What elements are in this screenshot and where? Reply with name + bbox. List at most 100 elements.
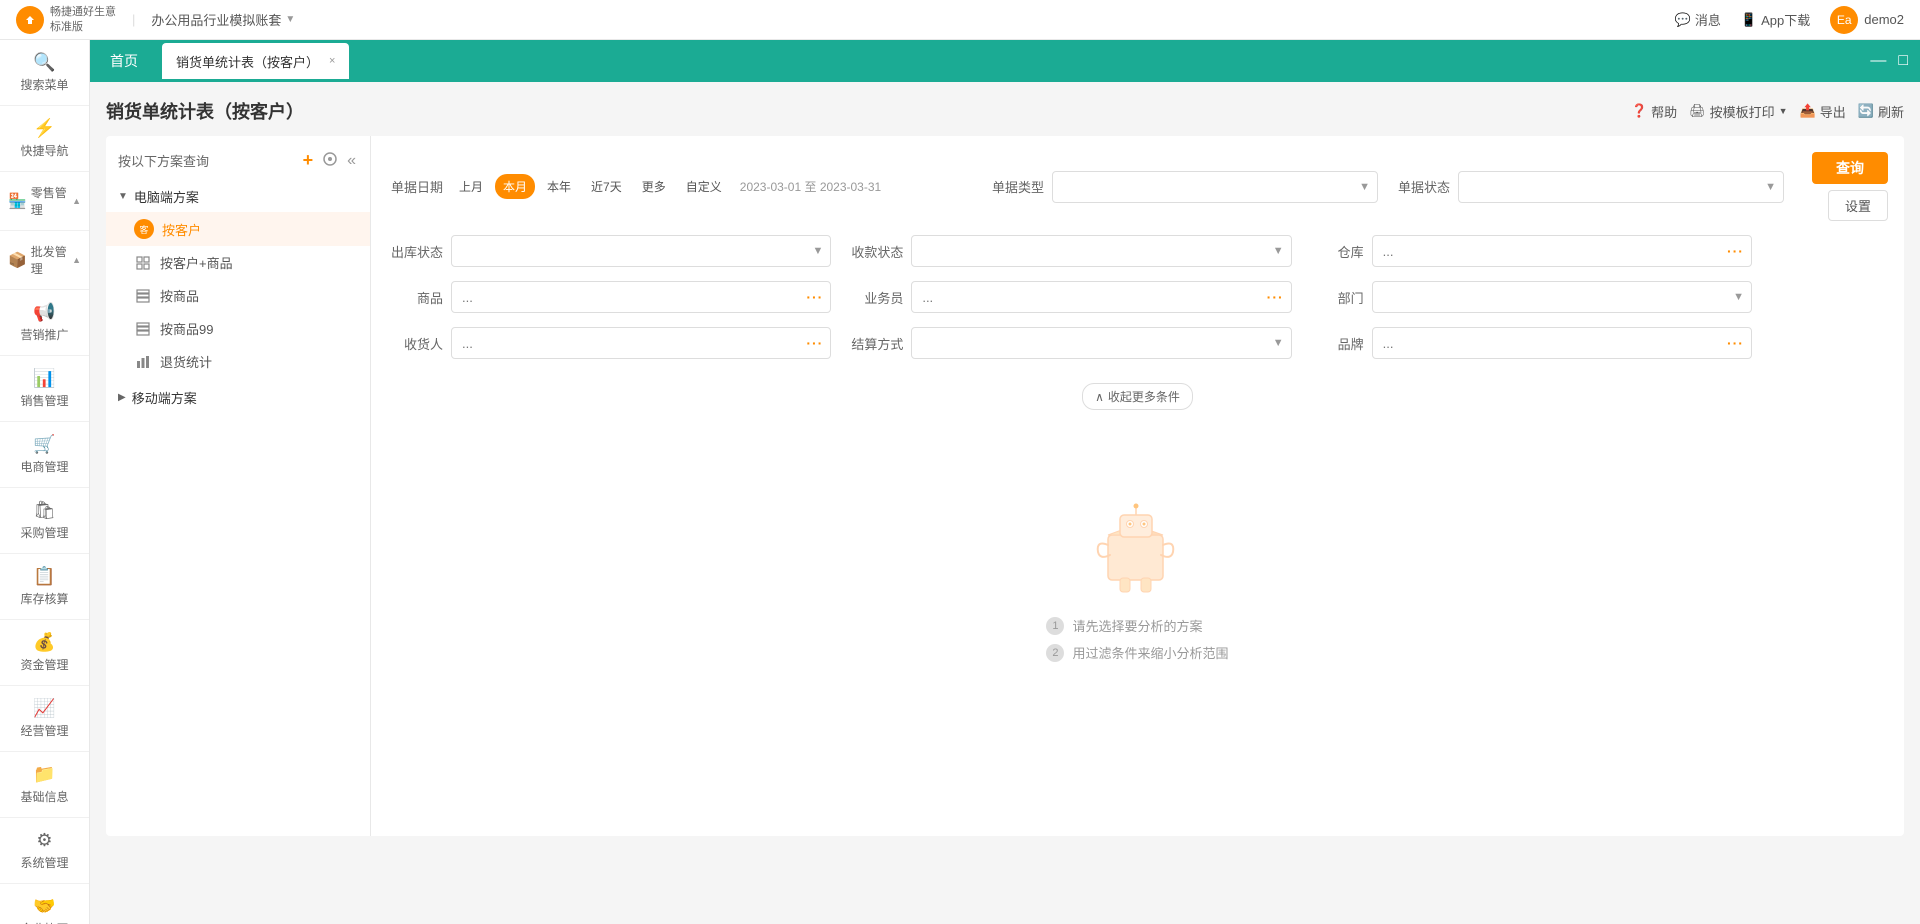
scheme-group-desktop: ▼ 电脑端方案 客 按客户 (106, 181, 370, 378)
query-button[interactable]: 查询 (1812, 152, 1888, 184)
date-tab-last-7[interactable]: 近7天 (583, 174, 630, 199)
empty-tips: 1 请先选择要分析的方案 2 用过滤条件来缩小分析范围 (1046, 616, 1228, 662)
date-tab-this-month[interactable]: 本月 (495, 174, 535, 199)
sidebar-item-finance[interactable]: 💰 资金管理 (0, 620, 89, 686)
scheme-group-mobile-header[interactable]: ▶ 移动端方案 (106, 382, 370, 413)
warehouse-input[interactable] (1372, 235, 1752, 267)
scheme-title: 按以下方案查询 (118, 151, 209, 170)
collapse-bar: ∧ 收起更多条件 (387, 373, 1888, 420)
scheme-group-desktop-header[interactable]: ▼ 电脑端方案 (106, 181, 370, 212)
app-download-button[interactable]: 📱 App下载 (1741, 10, 1810, 29)
operation-icon: 📈 (33, 698, 55, 719)
brand-label: 品牌 (1308, 334, 1364, 353)
page-title: 销货单统计表（按客户） (106, 98, 304, 124)
scheme-item-by-customer-goods[interactable]: 按客户+商品 (106, 246, 370, 279)
scheme-collapse-button[interactable]: « (345, 150, 358, 172)
scheme-item-by-goods[interactable]: 按商品 (106, 279, 370, 312)
scheme-grid-icon (134, 254, 152, 272)
sidebar-item-sales[interactable]: 📊 销售管理 (0, 356, 89, 422)
tip-num-2: 2 (1046, 644, 1064, 662)
sidebar-item-label: 资金管理 (20, 656, 68, 673)
template-print-button[interactable]: 🖨 按模板打印 ▼ (1689, 102, 1787, 121)
salesperson-control: ··· (911, 281, 1291, 313)
collapse-more-button[interactable]: ∧ 收起更多条件 (1082, 383, 1193, 410)
help-button[interactable]: ❓ 帮助 (1631, 102, 1677, 121)
sidebar-item-search-menu[interactable]: 🔍 搜索菜单 (0, 40, 89, 106)
tab-home[interactable]: 首页 (90, 40, 158, 82)
sidebar-item-retail[interactable]: 🏪 零售管理 ▲ (0, 172, 89, 231)
tab-bar-actions: — □ (1866, 48, 1920, 74)
department-label: 部门 (1308, 288, 1364, 307)
empty-state: 1 请先选择要分析的方案 2 用过滤条件来缩小分析范围 (387, 420, 1888, 722)
sidebar-item-label: 企业协同 (20, 920, 68, 924)
tab-maximize-button[interactable]: □ (1894, 48, 1912, 74)
basic-info-icon: 📁 (33, 764, 55, 785)
out-status-select[interactable] (451, 235, 831, 267)
scheme-group-label: 移动端方案 (132, 388, 197, 407)
sidebar-item-system[interactable]: ⚙ 系统管理 (0, 818, 89, 884)
settlement-filter-group: 结算方式 ▼ (847, 327, 1291, 359)
export-button[interactable]: 📤 导出 (1800, 102, 1846, 121)
empty-tip-text-2: 用过滤条件来缩小分析范围 (1072, 643, 1228, 662)
settlement-select[interactable] (911, 327, 1291, 359)
consignee-label: 收货人 (387, 334, 443, 353)
scheme-item-label: 按商品99 (160, 319, 213, 338)
date-tab-more[interactable]: 更多 (634, 174, 674, 199)
retail-icon: 🏪 (8, 192, 27, 210)
goods-filter-group: 商品 ··· (387, 281, 831, 313)
salesperson-input[interactable] (911, 281, 1291, 313)
date-tab-this-year[interactable]: 本年 (539, 174, 579, 199)
industry-selector[interactable]: 办公用品行业模拟账套 ▼ (151, 10, 295, 29)
scheme-edit-button[interactable] (321, 150, 339, 171)
refresh-button[interactable]: 🔄 刷新 (1858, 102, 1904, 121)
consignee-input[interactable] (451, 327, 831, 359)
expand-triangle-icon: ▶ (118, 392, 126, 403)
avatar: Ea (1830, 6, 1858, 34)
scheme-actions: + « (301, 148, 358, 173)
date-tab-prev-month[interactable]: 上月 (451, 174, 491, 199)
doc-status-select[interactable] (1458, 171, 1784, 203)
sidebar-item-quick-nav[interactable]: ⚡ 快捷导航 (0, 106, 89, 172)
sidebar-item-label: 采购管理 (20, 524, 68, 541)
sidebar-item-basic-info[interactable]: 📁 基础信息 (0, 752, 89, 818)
scheme-add-button[interactable]: + (301, 148, 316, 173)
user-profile[interactable]: Ea demo2 (1830, 6, 1904, 34)
sidebar-item-operation[interactable]: 📈 经营管理 (0, 686, 89, 752)
cooperation-icon: 🤝 (33, 896, 55, 917)
sidebar-item-ecommerce[interactable]: 🛒 电商管理 (0, 422, 89, 488)
message-button[interactable]: 💬 消息 (1675, 10, 1721, 29)
scheme-item-by-customer[interactable]: 客 按客户 (106, 212, 370, 246)
export-icon: 📤 (1800, 103, 1816, 119)
expand-icon: ▲ (72, 196, 81, 206)
sidebar-item-label: 库存核算 (20, 590, 68, 607)
marketing-icon: 📢 (33, 302, 55, 323)
sidebar-item-purchase[interactable]: 🛍 采购管理 (0, 488, 89, 554)
doc-status-filter-group: 单据状态 ▼ (1394, 171, 1784, 203)
doc-status-control: ▼ (1458, 171, 1784, 203)
goods-input[interactable] (451, 281, 831, 313)
doc-type-select[interactable] (1052, 171, 1378, 203)
page-header: 销货单统计表（按客户） ❓ 帮助 🖨 按模板打印 ▼ 📤 (106, 98, 1904, 124)
message-icon: 💬 (1675, 12, 1691, 28)
receipt-status-select[interactable] (911, 235, 1291, 267)
settings-button[interactable]: 设置 (1828, 190, 1888, 221)
sidebar-item-label: 营销推广 (20, 326, 68, 343)
wholesale-icon: 📦 (8, 251, 27, 269)
sidebar-item-inventory[interactable]: 📋 库存核算 (0, 554, 89, 620)
tab-active[interactable]: 销货单统计表（按客户） × (162, 43, 349, 79)
brand-input[interactable] (1372, 327, 1752, 359)
department-select[interactable] (1372, 281, 1752, 313)
help-icon: ❓ (1631, 103, 1647, 119)
top-bar-right: 💬 消息 📱 App下载 Ea demo2 (1675, 6, 1904, 34)
tab-minimize-button[interactable]: — (1866, 48, 1890, 74)
chevron-down-icon: ▼ (1779, 106, 1788, 116)
date-tab-custom[interactable]: 自定义 (678, 174, 730, 199)
sidebar-item-label: 经营管理 (20, 722, 68, 739)
scheme-item-return-stats[interactable]: 退货统计 (106, 345, 370, 378)
sidebar-item-label: 零售管理 (31, 184, 68, 218)
sidebar-item-wholesale[interactable]: 📦 批发管理 ▲ (0, 231, 89, 290)
scheme-item-by-goods-99[interactable]: 按商品99 (106, 312, 370, 345)
sidebar-item-marketing[interactable]: 📢 营销推广 (0, 290, 89, 356)
tab-close-button[interactable]: × (329, 55, 335, 67)
sidebar-item-cooperation[interactable]: 🤝 企业协同 (0, 884, 89, 924)
